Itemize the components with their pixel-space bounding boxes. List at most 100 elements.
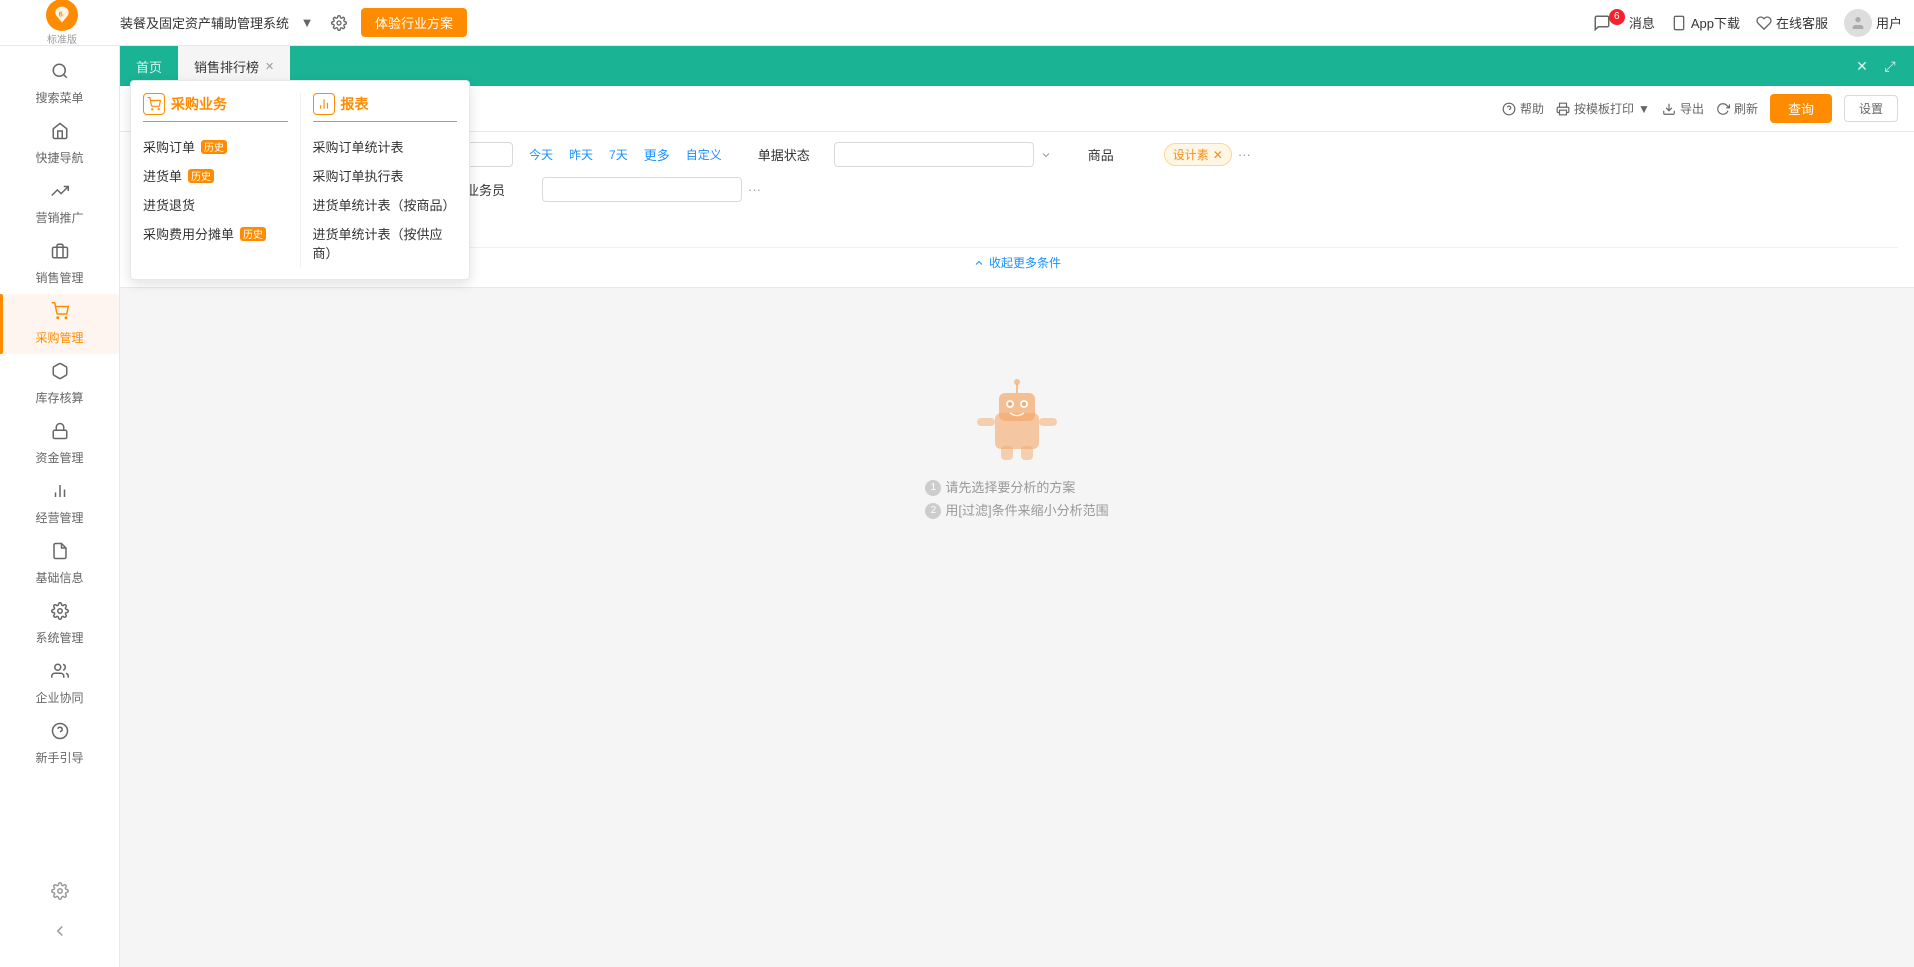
sidebar-item-quicknav[interactable]: 快捷导航 — [0, 114, 119, 174]
product-tag-close[interactable]: ✕ — [1213, 148, 1223, 162]
sidebar-item-enterprise[interactable]: 企业协同 — [0, 654, 119, 714]
7days-btn[interactable]: 7天 — [609, 146, 628, 163]
tab-close-btn[interactable]: ✕ — [265, 60, 274, 73]
industry-btn[interactable]: 体验行业方案 — [361, 8, 467, 37]
print-btn[interactable]: 按模板打印 ▼ — [1556, 100, 1650, 117]
message-btn[interactable]: 6 消息 — [1593, 13, 1655, 32]
menu-item-purchase-fee[interactable]: 采购费用分摊单 历史 — [143, 219, 288, 248]
po-stats-label: 采购订单统计表 — [313, 137, 404, 156]
product-more[interactable]: ··· — [1238, 147, 1251, 162]
operation-icon — [51, 482, 69, 505]
sidebar-item-search[interactable]: 搜索菜单 — [0, 54, 119, 114]
settings-btn[interactable]: 设置 — [1844, 95, 1898, 122]
svg-text:6: 6 — [59, 10, 63, 19]
menu-item-gr-by-product[interactable]: 进货单统计表（按商品） — [313, 190, 458, 219]
menu-item-po-stats[interactable]: 采购订单统计表 — [313, 132, 458, 161]
user-btn[interactable]: 用户 — [1844, 9, 1902, 37]
logo: 6 标准版 — [12, 0, 112, 46]
dropdown-col-business: 采购业务 采购订单 历史 进货单 历史 进货退货 采购费用分摊单 历史 — [143, 93, 288, 267]
collapse-label: 收起更多条件 — [989, 254, 1061, 271]
print-label: 按模板打印 — [1574, 100, 1634, 117]
print-dropdown-icon[interactable]: ▼ — [1638, 102, 1650, 116]
basicinfo-icon — [51, 542, 69, 565]
product-label: 商品 — [1088, 145, 1148, 164]
sidebar: 搜索菜单 快捷导航 营销推广 销售管理 — [0, 46, 120, 967]
tab-sales-rank-label: 销售排行榜 — [194, 57, 259, 76]
sidebar-collapse-btn[interactable] — [44, 915, 76, 947]
sidebar-label-inventory: 库存核算 — [35, 389, 83, 406]
sidebar-item-basicinfo[interactable]: 基础信息 — [0, 534, 119, 594]
menu-item-goods-return[interactable]: 进货退货 — [143, 190, 288, 219]
product-tag: 设计素 ✕ — [1164, 143, 1232, 166]
col1-title: 采购业务 — [171, 94, 227, 114]
salesperson-more[interactable]: ··· — [748, 182, 761, 197]
salesperson-input[interactable] — [542, 177, 742, 202]
sidebar-item-purchase[interactable]: 采购管理 — [0, 294, 119, 354]
app-download-btn[interactable]: App下载 — [1671, 13, 1740, 32]
sidebar-label-basicinfo: 基础信息 — [35, 569, 83, 586]
sidebar-label-quicknav: 快捷导航 — [35, 149, 83, 166]
export-btn[interactable]: 导出 — [1662, 100, 1704, 117]
refresh-label: 刷新 — [1734, 100, 1758, 117]
tab-home-label: 首页 — [136, 57, 162, 76]
more-date-btn[interactable]: 更多 — [644, 145, 670, 164]
collapse-icon — [973, 257, 985, 269]
menu-item-po-exec[interactable]: 采购订单执行表 — [313, 161, 458, 190]
hist-badge-1: 历史 — [201, 140, 227, 154]
home-icon — [51, 122, 69, 145]
window-close-btn[interactable]: ✕ — [1850, 54, 1874, 78]
sidebar-item-inventory[interactable]: 库存核算 — [0, 354, 119, 414]
sidebar-item-finance[interactable]: 资金管理 — [0, 414, 119, 474]
purchase-fee-label: 采购费用分摊单 — [143, 224, 234, 243]
purchase-dropdown-menu: 采购业务 采购订单 历史 进货单 历史 进货退货 采购费用分摊单 历史 — [130, 80, 470, 280]
yesterday-btn[interactable]: 昨天 — [569, 146, 593, 163]
active-indicator — [0, 294, 3, 354]
sidebar-item-operation[interactable]: 经营管理 — [0, 474, 119, 534]
menu-item-gr-by-supplier[interactable]: 进货单统计表（按供应商） — [313, 219, 458, 267]
menu-item-goods-receipt[interactable]: 进货单 历史 — [143, 161, 288, 190]
sidebar-item-newbie[interactable]: 新手引导 — [0, 714, 119, 774]
tip2-num: 2 — [925, 503, 941, 519]
export-label: 导出 — [1680, 100, 1704, 117]
message-badge: 6 — [1609, 9, 1625, 25]
search-icon — [51, 62, 69, 85]
query-btn[interactable]: 查询 — [1770, 94, 1832, 123]
finance-icon — [51, 422, 69, 445]
topbar-settings-btn[interactable] — [325, 9, 353, 37]
window-maximize-btn[interactable]: ⤢ — [1878, 54, 1902, 78]
refresh-btn[interactable]: 刷新 — [1716, 100, 1758, 117]
online-service-btn[interactable]: 在线客服 — [1756, 13, 1828, 32]
sidebar-label-newbie: 新手引导 — [35, 749, 83, 766]
topbar-right: 6 消息 App下载 在线客服 用户 — [1593, 9, 1902, 37]
help-label: 帮助 — [1520, 100, 1544, 117]
custom-btn[interactable]: 自定义 — [686, 146, 722, 163]
gr-by-product-label: 进货单统计表（按商品） — [313, 195, 456, 214]
dropdown-divider — [300, 93, 301, 267]
logo-icon: 6 — [46, 0, 78, 31]
sidebar-label-search: 搜索菜单 — [35, 89, 83, 106]
sidebar-label-system: 系统管理 — [35, 629, 83, 646]
sidebar-label-marketing: 营销推广 — [35, 209, 83, 226]
col1-header: 采购业务 — [143, 93, 288, 122]
help-btn[interactable]: 帮助 — [1502, 100, 1544, 117]
inventory-icon — [51, 362, 69, 385]
menu-item-purchase-order[interactable]: 采购订单 历史 — [143, 132, 288, 161]
sidebar-settings-btn[interactable] — [44, 875, 76, 907]
goods-receipt-label: 进货单 — [143, 166, 182, 185]
sidebar-item-system[interactable]: 系统管理 — [0, 594, 119, 654]
status-input[interactable] — [834, 142, 1034, 167]
salesperson-label: 业务员 — [466, 180, 526, 199]
sidebar-label-operation: 经营管理 — [35, 509, 83, 526]
enterprise-icon — [51, 662, 69, 685]
sidebar-item-sales[interactable]: 销售管理 — [0, 234, 119, 294]
app-download-label: App下载 — [1691, 13, 1740, 32]
topbar: 6 标准版 装餐及固定资产辅助管理系统 ▼ 体验行业方案 6 消息 — [0, 0, 1914, 46]
tip2-text: 用[过滤]条件来缩小分析范围 — [945, 499, 1108, 522]
dropdown-cols: 采购业务 采购订单 历史 进货单 历史 进货退货 采购费用分摊单 历史 — [143, 93, 457, 267]
tip1-num: 1 — [925, 480, 941, 496]
status-dropdown-icon — [1040, 149, 1052, 161]
system-dropdown-btn[interactable]: ▼ — [297, 13, 317, 33]
today-btn[interactable]: 今天 — [529, 146, 553, 163]
sidebar-item-marketing[interactable]: 营销推广 — [0, 174, 119, 234]
col2-header: 报表 — [313, 93, 458, 122]
